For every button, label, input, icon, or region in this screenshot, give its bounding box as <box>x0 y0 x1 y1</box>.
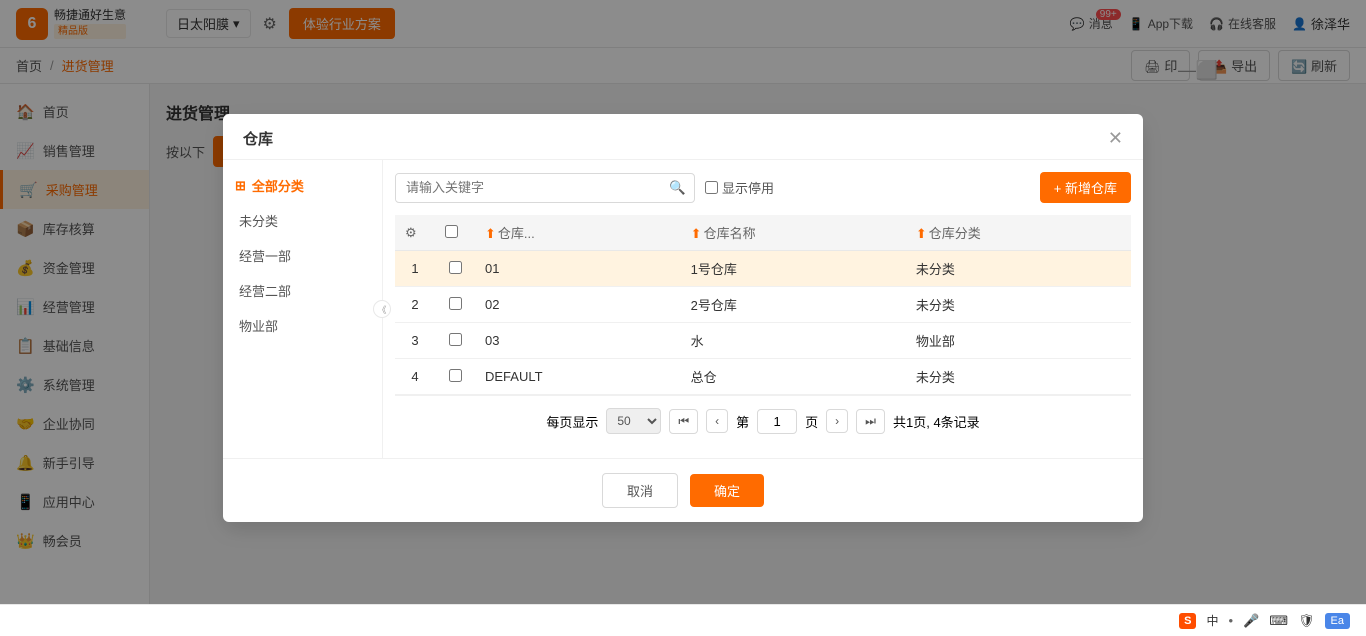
row-checkbox-3[interactable] <box>449 333 462 346</box>
per-page-label: 每页显示 <box>546 412 598 431</box>
table-row[interactable]: 2 02 2号仓库 未分类 <box>395 287 1131 323</box>
warehouse-table: ⚙ ⬆仓库... ⬆仓库名称 ⬆仓库分类 1 01 <box>395 215 1131 395</box>
warehouse-modal: 仓库 ✕ ⊞ 全部分类 未分类 经营一部 经营二部 物业部 《 <box>223 114 1143 522</box>
last-page-button[interactable]: ⏭ <box>856 409 885 434</box>
row-num-2: 2 <box>395 287 435 323</box>
prev-page-button[interactable]: ‹ <box>706 409 728 433</box>
table-row[interactable]: 3 03 水 物业部 <box>395 323 1131 359</box>
row-name-4: 总仓 <box>681 359 906 395</box>
pagination: 每页显示 50 20 100 ⏮ ‹ 第 页 › ⏭ 共1页, 4条记录 <box>395 395 1131 446</box>
th-checkbox <box>435 215 475 251</box>
modal-close-button[interactable]: ✕ <box>1108 128 1123 149</box>
cancel-button[interactable]: 取消 <box>602 473 678 508</box>
row-check-3 <box>435 323 475 359</box>
row-checkbox-1[interactable] <box>449 261 462 274</box>
search-box: 🔍 <box>395 173 695 203</box>
th-code: ⬆仓库... <box>475 215 681 251</box>
ea-label: Ea <box>1325 613 1350 629</box>
row-name-1: 1号仓库 <box>681 251 906 287</box>
page-number-input[interactable] <box>757 409 797 434</box>
row-num-1: 1 <box>395 251 435 287</box>
page-label: 第 <box>736 412 749 431</box>
all-categories-header[interactable]: ⊞ 全部分类 <box>223 168 382 203</box>
per-page-select[interactable]: 50 20 100 <box>606 408 661 434</box>
status-icons: S 中 • 🎤 ⌨ 🛡 Ea <box>1179 612 1350 629</box>
select-all-checkbox[interactable] <box>445 225 458 238</box>
confirm-button[interactable]: 确定 <box>690 474 764 507</box>
row-checkbox-2[interactable] <box>449 297 462 310</box>
table-header: ⚙ ⬆仓库... ⬆仓库名称 ⬆仓库分类 <box>395 215 1131 251</box>
modal-footer: 取消 确定 <box>223 458 1143 522</box>
row-code-4: DEFAULT <box>475 359 681 395</box>
row-cat-2: 未分类 <box>906 287 1131 323</box>
add-warehouse-button[interactable]: + 新增仓库 <box>1040 172 1131 203</box>
category-unclassified[interactable]: 未分类 <box>223 203 382 238</box>
grid-icon: ⊞ <box>235 178 246 194</box>
first-page-button[interactable]: ⏮ <box>669 409 698 434</box>
sort-icon-name: ⬆ <box>691 226 702 241</box>
show-disabled-checkbox-area: 显示停用 <box>705 178 774 197</box>
sort-icon-code: ⬆ <box>485 226 496 241</box>
table-row[interactable]: 4 DEFAULT 总仓 未分类 <box>395 359 1131 395</box>
show-disabled-label: 显示停用 <box>722 178 774 197</box>
category-operation2[interactable]: 经营二部 <box>223 273 382 308</box>
show-disabled-checkbox[interactable] <box>705 181 718 194</box>
modal-body: ⊞ 全部分类 未分类 经营一部 经营二部 物业部 《 🔍 <box>223 160 1143 458</box>
row-check-4 <box>435 359 475 395</box>
all-categories-label: 全部分类 <box>252 176 304 195</box>
category-property[interactable]: 物业部 <box>223 308 382 343</box>
s-logo-icon: S <box>1179 613 1196 629</box>
table-panel: 🔍 显示停用 + 新增仓库 ⚙ <box>383 160 1143 458</box>
shield-icon: 🛡 <box>1298 613 1315 629</box>
category-panel: ⊞ 全部分类 未分类 经营一部 经营二部 物业部 《 <box>223 160 383 458</box>
row-code-3: 03 <box>475 323 681 359</box>
sort-icon-cat: ⬆ <box>916 226 927 241</box>
row-cat-4: 未分类 <box>906 359 1131 395</box>
category-operation1[interactable]: 经营一部 <box>223 238 382 273</box>
modal-title: 仓库 <box>243 128 273 149</box>
page-unit: 页 <box>805 412 818 431</box>
row-check-2 <box>435 287 475 323</box>
row-num-3: 3 <box>395 323 435 359</box>
row-checkbox-4[interactable] <box>449 369 462 382</box>
modal-overlay: 仓库 ✕ ⊞ 全部分类 未分类 经营一部 经营二部 物业部 《 <box>0 0 1366 636</box>
row-num-4: 4 <box>395 359 435 395</box>
row-cat-1: 未分类 <box>906 251 1131 287</box>
table-container: ⚙ ⬆仓库... ⬆仓库名称 ⬆仓库分类 1 01 <box>395 215 1131 395</box>
table-body: 1 01 1号仓库 未分类 2 02 2号仓库 <box>395 251 1131 395</box>
search-input[interactable] <box>396 174 661 201</box>
status-bar: S 中 • 🎤 ⌨ 🛡 Ea <box>0 604 1366 636</box>
keyboard-icon: ⌨ <box>1269 613 1288 629</box>
next-page-button[interactable]: › <box>826 409 848 433</box>
total-info: 共1页, 4条记录 <box>893 412 980 431</box>
search-button[interactable]: 🔍 <box>661 174 694 202</box>
row-code-2: 02 <box>475 287 681 323</box>
th-settings: ⚙ <box>395 215 435 251</box>
th-category: ⬆仓库分类 <box>906 215 1131 251</box>
row-code-1: 01 <box>475 251 681 287</box>
table-row[interactable]: 1 01 1号仓库 未分类 <box>395 251 1131 287</box>
zh-icon: 中 <box>1206 612 1218 629</box>
row-name-3: 水 <box>681 323 906 359</box>
collapse-panel-button[interactable]: 《 <box>373 300 391 318</box>
row-cat-3: 物业部 <box>906 323 1131 359</box>
modal-header: 仓库 ✕ <box>223 114 1143 160</box>
th-name: ⬆仓库名称 <box>681 215 906 251</box>
dot-icon: • <box>1229 613 1234 628</box>
table-toolbar: 🔍 显示停用 + 新增仓库 <box>395 172 1131 203</box>
row-check-1 <box>435 251 475 287</box>
mic-icon: 🎤 <box>1243 613 1259 629</box>
row-name-2: 2号仓库 <box>681 287 906 323</box>
